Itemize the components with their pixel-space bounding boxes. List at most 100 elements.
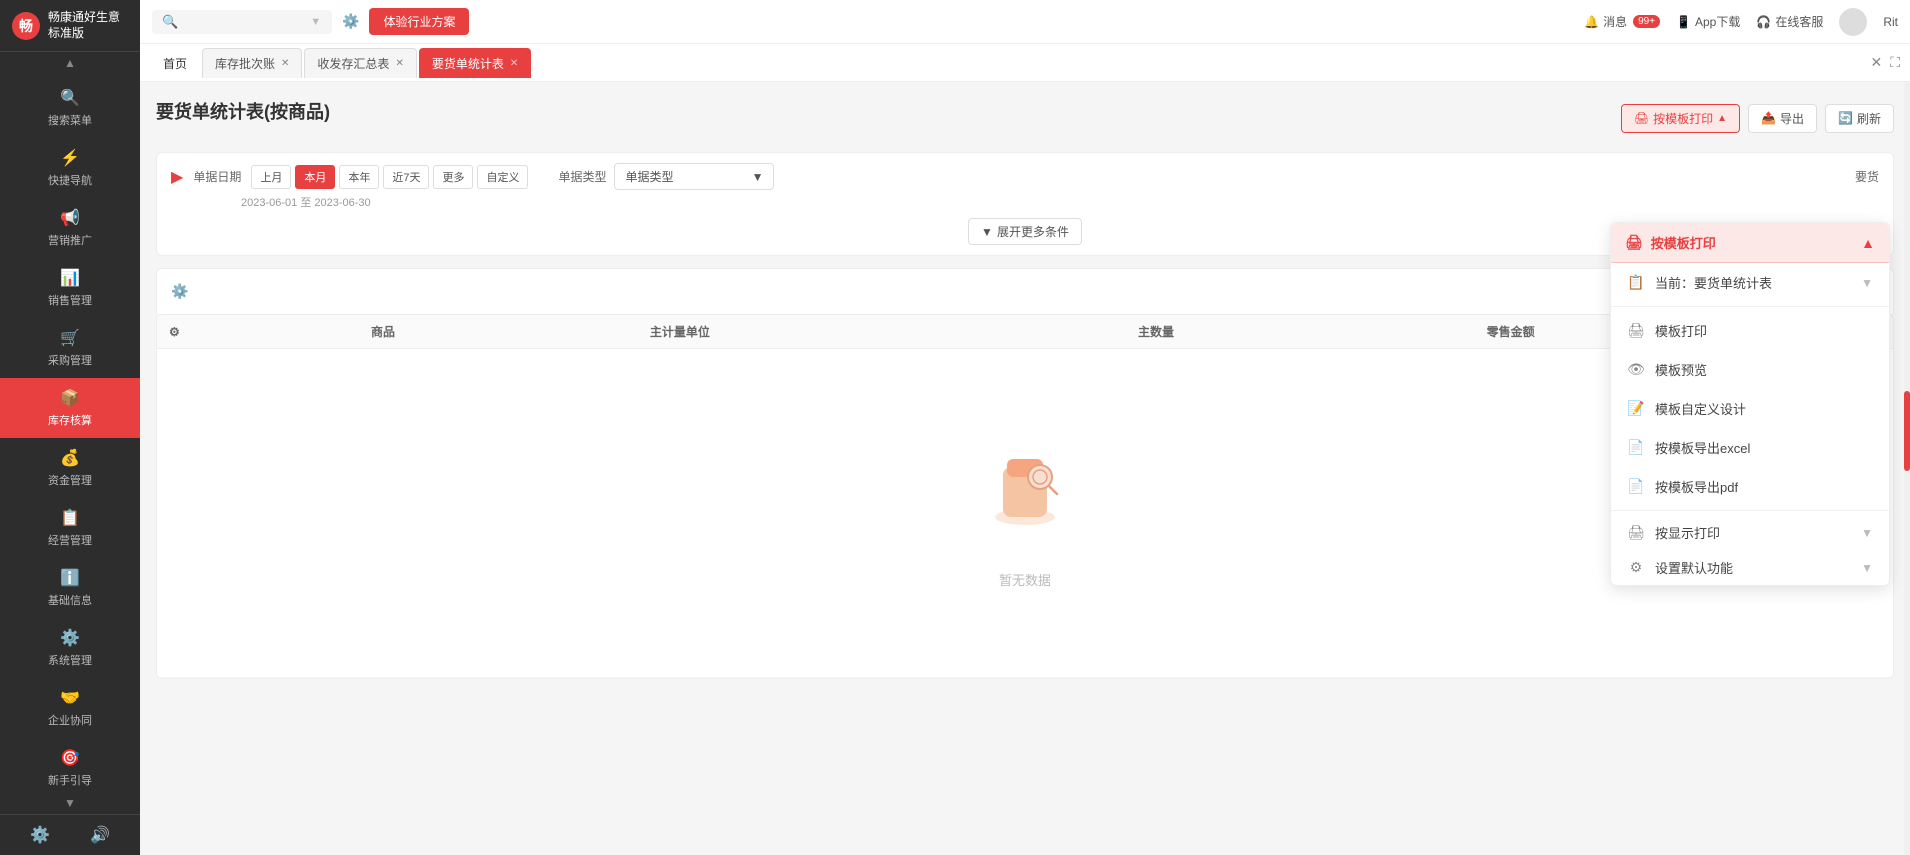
dropdown-items-list: 🖨模板打印👁模板预览📝模板自定义设计📄按模板导出excel📄按模板导出pdf [1611,311,1889,506]
sidebar-label-sales: 销售管理 [48,292,92,308]
current-template-label: 当前：要货单统计表 [1655,273,1772,292]
logo-icon: 畅 [12,12,40,40]
current-template-left: 📋 当前：要货单统计表 [1627,273,1772,292]
username: Rit [1883,15,1898,29]
sidebar-scroll-down[interactable]: ▼ [0,792,140,814]
sidebar-nav: 🔍搜索菜单⚡快捷导航📢营销推广📊销售管理🛒采购管理📦库存核算💰资金管理📋经营管理… [0,74,140,792]
expand-more-btn[interactable]: ▼ 展开更多条件 [968,218,1082,245]
right-scrollbar [1904,82,1910,855]
tab-order-stats[interactable]: 要货单统计表✕ [419,48,531,78]
dropdown-item-template-preview[interactable]: 👁模板预览 [1611,350,1889,389]
sidebar-icon-quicknav: ⚡ [60,148,80,168]
phone-icon: 📱 [1676,15,1691,29]
order-type-placeholder: 单据类型 [625,168,673,185]
window-close-icon[interactable]: ✕ [1870,54,1882,71]
dropdown-item-template-design[interactable]: 📝模板自定义设计 [1611,389,1889,428]
date-range-display: 2023-06-01 至 2023-06-30 [241,194,1879,210]
filter-row: ▶ 单据日期 上月本月本年近7天更多自定义 单据类型 单据类型 ▼ 要货 [171,163,1879,190]
dropdown-item-export-excel[interactable]: 📄按模板导出excel [1611,428,1889,467]
current-template-item[interactable]: 📋 当前：要货单统计表 ▼ [1611,263,1889,302]
page-title: 要货单统计表(按商品) [156,98,330,124]
sidebar-item-inventory[interactable]: 📦库存核算 [0,378,140,438]
sidebar-scroll-up[interactable]: ▲ [0,52,140,74]
sidebar-item-operations[interactable]: 📋经营管理 [0,498,140,558]
dropdown-item-label-template-design: 模板自定义设计 [1655,399,1746,418]
dropdown-item-export-pdf[interactable]: 📄按模板导出pdf [1611,467,1889,506]
tab-close-inventory-batch[interactable]: ✕ [281,58,289,69]
sidebar-item-marketing[interactable]: 📢营销推广 [0,198,140,258]
dropdown-header: 🖨 按模板打印 ▲ [1611,223,1889,263]
print-template-btn[interactable]: 🖨 按模板打印 ▲ [1621,104,1740,133]
sidebar-item-finance[interactable]: 💰资金管理 [0,438,140,498]
window-expand-icon[interactable]: ⛶ [1890,54,1900,71]
export-btn[interactable]: 📤 导出 [1748,104,1817,133]
headset-icon: 🎧 [1756,15,1771,29]
dropdown-icon[interactable]: ▼ [310,16,321,28]
dropdown-item-label-template-print: 模板打印 [1655,321,1707,340]
tab-close-receivables[interactable]: ✕ [395,58,403,69]
dropdown-item-template-print[interactable]: 🖨模板打印 [1611,311,1889,350]
yaohuodan-label: 要货 [1855,170,1879,184]
tab-label-receivables: 收发存汇总表 [317,55,389,72]
section-icon-default-func: ⚙ [1627,559,1645,576]
sidebar-label-newbie: 新手引导 [48,772,92,788]
topbar-actions: ⚙️ [342,13,359,30]
date-btn-more[interactable]: 更多 [433,165,473,189]
date-btn-current_year[interactable]: 本年 [339,165,379,189]
refresh-btn[interactable]: 🔄 刷新 [1825,104,1894,133]
table-settings-icon[interactable]: ⚙️ [171,283,188,300]
online-service-btn[interactable]: 🎧 在线客服 [1756,13,1823,30]
avatar[interactable] [1839,8,1867,36]
sidebar-item-sales[interactable]: 📊销售管理 [0,258,140,318]
chevron-up-icon: ▲ [1717,113,1727,124]
print-icon: 🖨 [1634,111,1649,125]
settings-footer-icon[interactable]: ⚙️ [30,825,50,845]
topbar-gear-icon[interactable]: ⚙️ [342,13,359,30]
notifications-btn[interactable]: 🔔 消息 99+ [1584,13,1660,30]
col-header-product: 商品 [359,315,638,349]
col-header-unit: 主计量单位 [638,315,1126,349]
dropdown-divider-1 [1611,306,1889,307]
dropdown-item-label-template-preview: 模板预览 [1655,360,1707,379]
app-download-btn[interactable]: 📱 App下载 [1676,13,1740,30]
tab-receivables[interactable]: 收发存汇总表 ✕ [304,48,416,78]
trial-button[interactable]: 体验行业方案 [369,8,469,35]
sidebar-item-search[interactable]: 🔍搜索菜单 [0,78,140,138]
col-header-quantity: 主数量 [1126,315,1475,349]
sidebar-icon-system: ⚙️ [60,628,80,648]
search-input[interactable] [184,15,304,29]
sidebar-label-purchase: 采购管理 [48,352,92,368]
order-type-label: 单据类型 [558,168,606,185]
sidebar-item-newbie[interactable]: 🎯新手引导 [0,738,140,792]
date-btn-current_month[interactable]: 本月 [295,165,335,189]
dropdown-close-icon[interactable]: ▲ [1861,235,1875,251]
tab-inventory-batch[interactable]: 库存批次账✕ [202,48,302,78]
sidebar-item-quicknav[interactable]: ⚡快捷导航 [0,138,140,198]
expand-icon: ▼ [981,225,993,239]
section-label-default-func: 设置默认功能 [1655,558,1733,577]
date-btn-custom[interactable]: 自定义 [477,165,528,189]
sidebar-item-purchase[interactable]: 🛒采购管理 [0,318,140,378]
date-btn-last7days[interactable]: 近7天 [383,165,429,189]
tab-home[interactable]: 首页 [150,48,200,78]
order-type-select[interactable]: 单据类型 ▼ [614,163,774,190]
search-bar: 🔍 ▼ [152,10,332,34]
dropdown-section-default-func[interactable]: ⚙设置默认功能▼ [1611,550,1889,585]
scrollbar-thumb[interactable] [1904,391,1910,471]
logo-text: 畅康通好生意 标准版 [48,10,120,41]
dropdown-title: 按模板打印 [1651,233,1716,252]
audio-footer-icon[interactable]: 🔊 [90,825,110,845]
date-btn-prev_month[interactable]: 上月 [251,165,291,189]
filter-expand-icon[interactable]: ▶ [171,167,183,187]
sidebar-item-basics[interactable]: ℹ️基础信息 [0,558,140,618]
tabs-bar: 首页库存批次账✕收发存汇总表✕要货单统计表✕✕⛶ [140,44,1910,82]
sidebar-item-system[interactable]: ⚙️ 系统管理 [0,618,140,678]
notifications-badge: 99+ [1633,15,1660,28]
dropdown-section-display-print[interactable]: 🖨按显示打印▼ [1611,515,1889,550]
sidebar-item-enterprise[interactable]: 🤝企业协同 [0,678,140,738]
sidebar-label-system: 系统管理 [48,652,92,668]
sidebar-label-operations: 经营管理 [48,532,92,548]
bell-icon: 🔔 [1584,15,1599,29]
tab-close-order-stats[interactable]: ✕ [510,58,518,69]
sidebar-icon-search: 🔍 [60,88,80,108]
